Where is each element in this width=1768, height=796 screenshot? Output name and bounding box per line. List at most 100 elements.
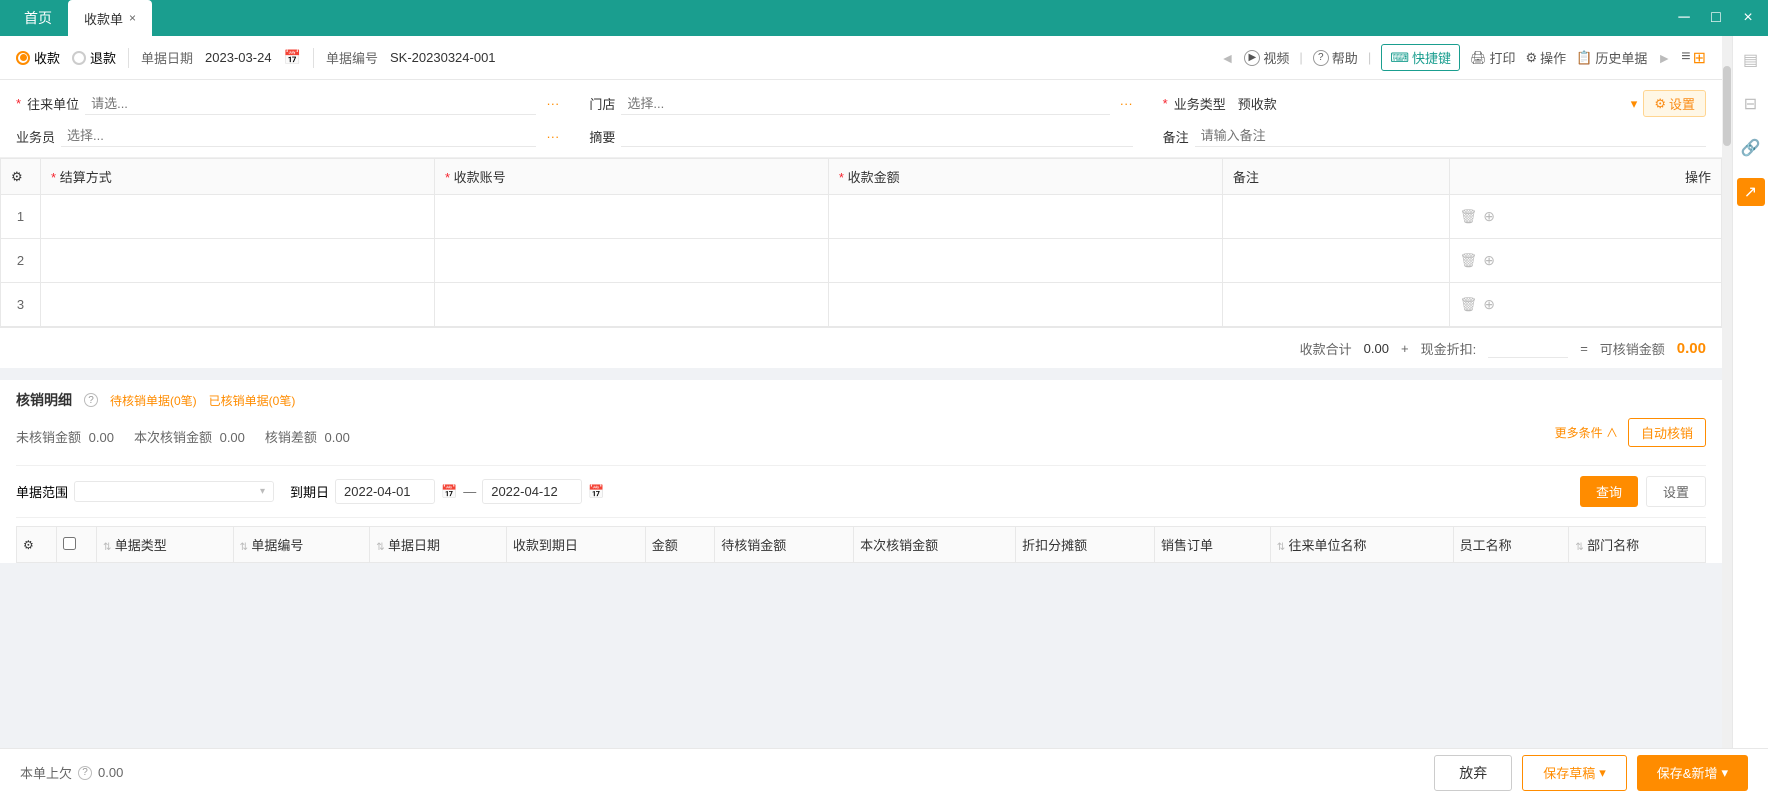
close-button[interactable]: × bbox=[1736, 6, 1760, 30]
cell-remark-1[interactable] bbox=[1222, 195, 1449, 239]
cell-settlement-2[interactable] bbox=[41, 239, 435, 283]
scrollbar-thumb[interactable] bbox=[1723, 66, 1731, 146]
print-btn[interactable]: 🖨 打印 bbox=[1470, 48, 1516, 67]
prev-icon[interactable]: ◄ bbox=[1221, 50, 1235, 66]
bottom-col-gear[interactable]: ⚙ bbox=[17, 527, 57, 563]
cell-remark-2[interactable] bbox=[1222, 239, 1449, 283]
radio-return[interactable]: 退款 bbox=[72, 48, 116, 67]
tab-home[interactable]: 首页 bbox=[8, 0, 68, 36]
history-icon: 📋 bbox=[1576, 50, 1592, 66]
more-conditions-link[interactable]: 更多条件 ∧ bbox=[1555, 424, 1618, 441]
table-row: 2 🗑 ⊕ bbox=[1, 239, 1722, 283]
cell-amount-3[interactable] bbox=[828, 283, 1222, 327]
bottom-col-checkbox[interactable] bbox=[57, 527, 97, 563]
select-all-checkbox[interactable] bbox=[63, 537, 76, 550]
auto-reconcile-button[interactable]: 自动核销 bbox=[1628, 418, 1706, 447]
history-btn[interactable]: 📋 历史单据 bbox=[1576, 48, 1647, 67]
shortcut-btn[interactable]: ⌨ 快捷键 bbox=[1381, 44, 1460, 71]
tab-close-icon[interactable]: × bbox=[129, 11, 136, 25]
save-draft-button[interactable]: 保存草稿 ▾ bbox=[1522, 755, 1627, 791]
store-ellipsis-icon[interactable]: ··· bbox=[1120, 96, 1133, 111]
salesperson-ellipsis-icon[interactable]: ··· bbox=[546, 129, 559, 144]
calendar-icon[interactable]: 📅 bbox=[284, 49, 301, 66]
cell-account-1[interactable] bbox=[434, 195, 828, 239]
query-button[interactable]: 查询 bbox=[1580, 476, 1638, 507]
delete-icon-3[interactable]: 🗑 bbox=[1460, 296, 1478, 313]
panel-icon-link[interactable]: 🔗 bbox=[1737, 134, 1765, 162]
maximize-button[interactable]: □ bbox=[1704, 6, 1728, 30]
summary-input[interactable] bbox=[621, 125, 1132, 147]
date-to-input[interactable] bbox=[482, 479, 582, 504]
table-footer: 收款合计 0.00 + 现金折扣: = 可核销金额 0.00 bbox=[0, 327, 1722, 368]
calendar-from-icon[interactable]: 📅 bbox=[441, 484, 457, 500]
scrollbar-track bbox=[1722, 36, 1732, 748]
bottom-col-type: ⇅ 单据类型 bbox=[97, 527, 234, 563]
settings-button[interactable]: ⚙ 设置 bbox=[1643, 90, 1706, 117]
total-label: 收款合计 bbox=[1300, 339, 1352, 358]
panel-icon-list[interactable]: ⊟ bbox=[1737, 90, 1765, 118]
copy-icon-1[interactable]: ⊕ bbox=[1483, 208, 1495, 225]
diff-value: 0.00 bbox=[325, 430, 350, 445]
remark-input[interactable] bbox=[1195, 125, 1706, 147]
row-num-2: 2 bbox=[1, 239, 41, 283]
delete-icon-2[interactable]: 🗑 bbox=[1460, 252, 1478, 269]
save-new-label: 保存&新增 bbox=[1657, 763, 1718, 782]
partner-ellipsis-icon[interactable]: ··· bbox=[546, 96, 559, 111]
cell-account-2[interactable] bbox=[434, 239, 828, 283]
tab-bar-right: ─ □ × bbox=[1672, 6, 1760, 30]
salesperson-input[interactable] bbox=[61, 125, 536, 147]
cell-amount-2[interactable] bbox=[828, 239, 1222, 283]
date-separator: — bbox=[463, 484, 476, 499]
video-btn[interactable]: ▶ 视频 bbox=[1244, 48, 1289, 67]
copy-icon-3[interactable]: ⊕ bbox=[1483, 296, 1495, 313]
date-from-input[interactable] bbox=[335, 479, 435, 504]
done-tab[interactable]: 已核销单据(0笔) bbox=[209, 392, 296, 409]
cell-amount-1[interactable] bbox=[828, 195, 1222, 239]
form-section: * 往来单位 ··· 门店 ··· * 业务类型 预收款 ▾ ⚙ 设置 bbox=[0, 80, 1722, 158]
unreconciled-value: 0.00 bbox=[89, 430, 114, 445]
discount-input[interactable] bbox=[1488, 338, 1568, 358]
layout-list-icon[interactable]: ≡ bbox=[1681, 48, 1690, 68]
next-icon[interactable]: ► bbox=[1657, 50, 1671, 66]
range-select[interactable]: ▾ bbox=[74, 481, 274, 502]
delete-icon-1[interactable]: 🗑 bbox=[1460, 208, 1478, 225]
help-btn[interactable]: ? 帮助 bbox=[1313, 48, 1358, 67]
quota-info-icon[interactable]: ? bbox=[78, 766, 92, 780]
business-type-value: 预收款 bbox=[1238, 94, 1277, 113]
operations-btn[interactable]: ⚙ 操作 bbox=[1526, 48, 1567, 67]
layout-grid-icon[interactable]: ⊞ bbox=[1693, 48, 1706, 68]
abandon-button[interactable]: 放弃 bbox=[1434, 755, 1512, 791]
reconcile-settings-button[interactable]: 设置 bbox=[1646, 476, 1706, 507]
col-dept-label: 部门名称 bbox=[1587, 538, 1639, 553]
row-ops-3: 🗑 ⊕ bbox=[1460, 296, 1712, 313]
tab-bar: 首页 收款单 × ─ □ × bbox=[0, 0, 1768, 36]
col-employee-label: 员工名称 bbox=[1460, 538, 1512, 553]
quota-value: 0.00 bbox=[98, 765, 123, 780]
copy-icon-2[interactable]: ⊕ bbox=[1483, 252, 1495, 269]
calendar-to-icon[interactable]: 📅 bbox=[588, 484, 604, 500]
tab-active[interactable]: 收款单 × bbox=[68, 0, 152, 36]
store-input[interactable] bbox=[621, 93, 1109, 115]
cell-settlement-3[interactable] bbox=[41, 283, 435, 327]
cell-remark-3[interactable] bbox=[1222, 283, 1449, 327]
panel-icon-expand[interactable]: ↗ bbox=[1737, 178, 1765, 206]
date-label: 单据日期 bbox=[141, 48, 193, 67]
minimize-button[interactable]: ─ bbox=[1672, 6, 1696, 30]
panel-icon-table[interactable]: ▤ bbox=[1737, 46, 1765, 74]
filter-buttons: 查询 设置 bbox=[1580, 476, 1706, 507]
video-icon: ▶ bbox=[1244, 50, 1260, 66]
reconcile-info-icon[interactable]: ? bbox=[84, 393, 98, 407]
partner-input[interactable] bbox=[85, 93, 536, 115]
radio-receipt[interactable]: 收款 bbox=[16, 48, 60, 67]
bottom-col-date: ⇅ 单据日期 bbox=[370, 527, 507, 563]
pending-tab[interactable]: 待核销单据(0笔) bbox=[110, 392, 197, 409]
save-new-button[interactable]: 保存&新增 ▾ bbox=[1637, 755, 1748, 791]
cell-account-3[interactable] bbox=[434, 283, 828, 327]
business-type-dropdown-icon[interactable]: ▾ bbox=[1631, 96, 1638, 112]
table-settings-col[interactable]: ⚙ bbox=[1, 159, 41, 195]
row-ops-2: 🗑 ⊕ bbox=[1460, 252, 1712, 269]
quota-label: 本单上欠 bbox=[20, 763, 72, 782]
partner-required-star: * bbox=[16, 96, 21, 111]
business-type-required-star: * bbox=[1163, 96, 1168, 111]
cell-settlement-1[interactable] bbox=[41, 195, 435, 239]
